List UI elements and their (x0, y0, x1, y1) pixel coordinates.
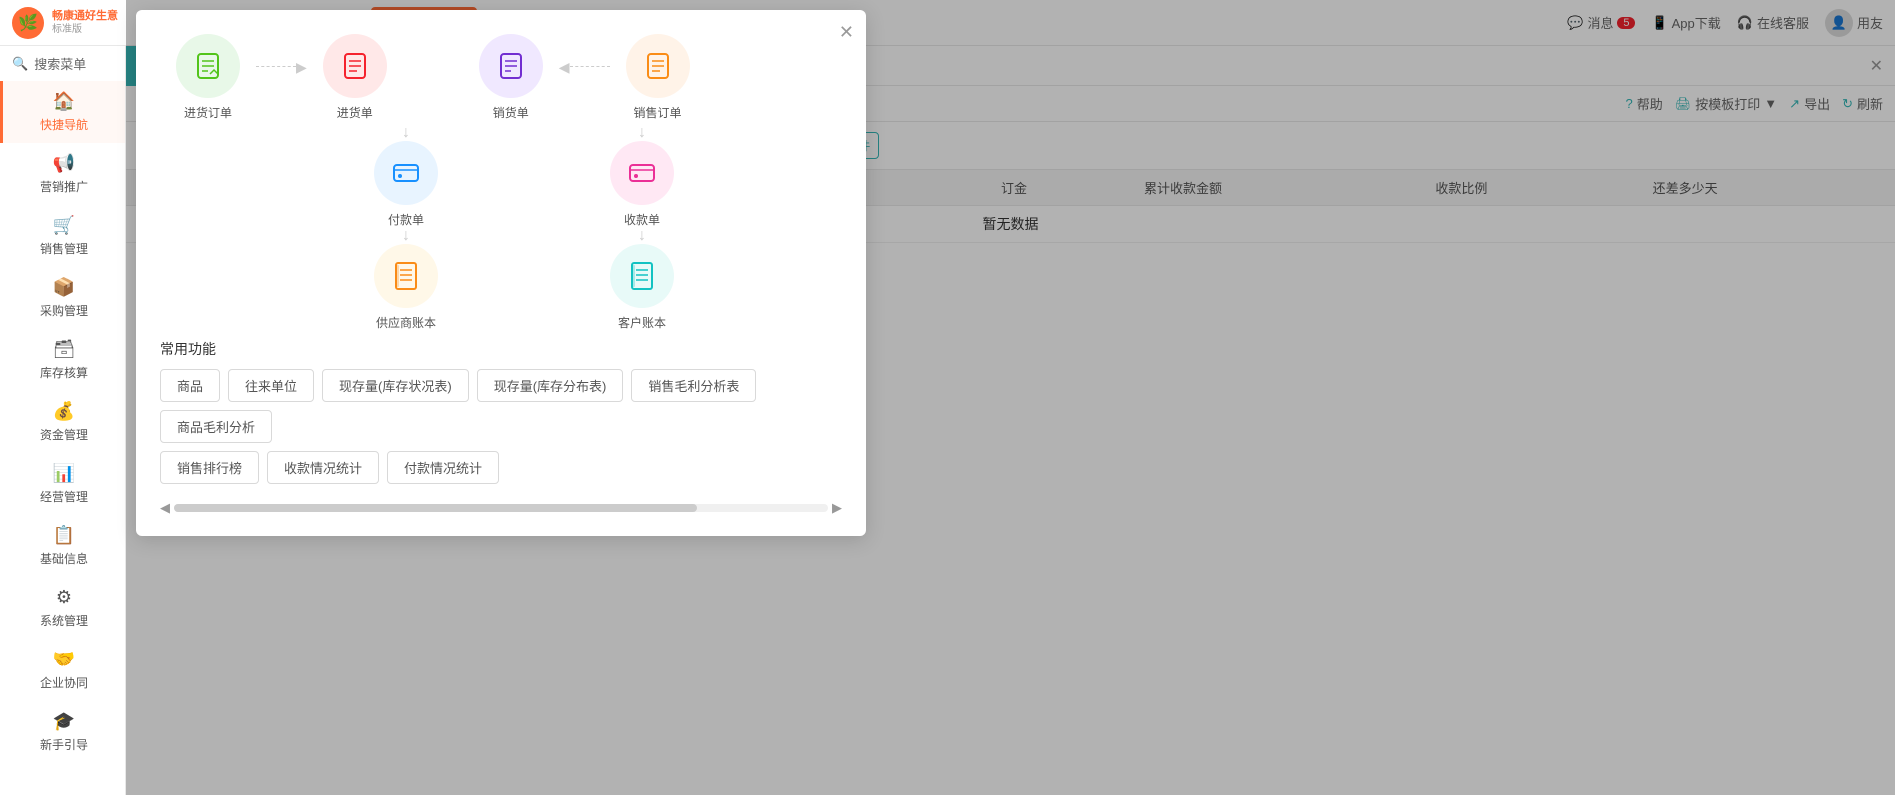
home-icon: 🏠 (53, 91, 75, 112)
flow-node-purchase-bill[interactable]: 进货单 (323, 46, 387, 121)
common-section: 常用功能 商品 往来单位 现存量(库存状况表) 现存量(库存分布表) 销售毛利分… (160, 339, 842, 484)
sales-order-icon (626, 46, 690, 98)
sidebar-item-purchase[interactable]: 📦 采购管理 (0, 267, 125, 329)
receipt-bill-icon (610, 141, 674, 205)
scroll-track[interactable] (174, 504, 828, 512)
logo-icon: 🌿 (12, 7, 44, 39)
flow-node-supplier-ledger[interactable]: 供应商账本 (374, 244, 438, 331)
func-btn-payment-stats[interactable]: 付款情况统计 (387, 451, 499, 484)
scroll-left-btn[interactable]: ◀ (160, 500, 170, 516)
sidebar-item-system[interactable]: ⚙ 系统管理 (0, 577, 125, 639)
supplier-ledger-icon (374, 244, 438, 308)
sidebar-item-guide[interactable]: 🎓 新手引导 (0, 701, 125, 763)
modal-overlay: ✕ 进货订单 (126, 46, 1895, 795)
sidebar: 🔍 搜索菜单 🏠 快捷导航 📢 营销推广 🛒 销售管理 📦 采购管理 🗃 (0, 46, 126, 795)
content-area: 首页 销售订单执行表 ✕ ✕ ? 帮助 🖨 按模板打印 (126, 46, 1895, 795)
payment-bill-label: 付款单 (388, 211, 424, 228)
scroll-bar-area: ◀ ▶ (160, 496, 842, 520)
sidebar-item-operation[interactable]: 📊 经营管理 (0, 453, 125, 515)
sales-bill-icon (479, 46, 543, 98)
sales-order-label: 销售订单 (634, 104, 682, 121)
scroll-thumb (174, 504, 697, 512)
guide-icon: 🎓 (53, 711, 75, 732)
flow-top-row: 进货订单 ▶ 进货单 (160, 46, 842, 121)
func-btn-receipt-stats[interactable]: 收款情况统计 (267, 451, 379, 484)
sidebar-item-finance[interactable]: 💰 资金管理 (0, 391, 125, 453)
sales-bill-label: 销货单 (493, 104, 529, 121)
arrow-1 (256, 66, 296, 67)
purchase-icon: 📦 (53, 277, 75, 298)
func-btn-sales-rank[interactable]: 销售排行榜 (160, 451, 259, 484)
receipt-bill-label: 收款单 (624, 211, 660, 228)
customer-ledger-label: 客户账本 (618, 314, 666, 331)
purchase-order-label: 进货订单 (184, 104, 232, 121)
common-btn-row-1: 商品 往来单位 现存量(库存状况表) 现存量(库存分布表) 销售毛利分析表 商品… (160, 369, 842, 443)
flow-node-customer-ledger[interactable]: 客户账本 (610, 244, 674, 331)
supplier-ledger-label: 供应商账本 (376, 314, 436, 331)
common-btn-row-2: 销售排行榜 收款情况统计 付款情况统计 (160, 451, 842, 484)
sidebar-item-inventory[interactable]: 🗃 库存核算 (0, 329, 125, 391)
func-btn-contacts[interactable]: 往来单位 (228, 369, 314, 402)
arrow-2 (570, 66, 610, 67)
search-icon: 🔍 (12, 56, 28, 72)
system-icon: ⚙ (56, 587, 72, 608)
sidebar-item-sales[interactable]: 🛒 销售管理 (0, 205, 125, 267)
down-arrow-1: ↓ (402, 125, 410, 141)
flow-diagram: 进货订单 ▶ 进货单 (160, 46, 842, 331)
func-btn-goods[interactable]: 商品 (160, 369, 220, 402)
purchase-bill-icon (323, 46, 387, 98)
scroll-right-btn[interactable]: ▶ (832, 500, 842, 516)
inventory-icon: 🗃 (53, 339, 76, 360)
logo-area: 🌿 畅康通好生意 标准版 (12, 7, 138, 39)
sidebar-item-enterprise[interactable]: 🤝 企业协同 (0, 639, 125, 701)
func-btn-sales-profit[interactable]: 销售毛利分析表 (631, 369, 756, 402)
marketing-icon: 📢 (53, 153, 75, 174)
sidebar-item-marketing[interactable]: 📢 营销推广 (0, 143, 125, 205)
arrow-2-head: ◀ (559, 59, 570, 76)
common-title: 常用功能 (160, 339, 842, 359)
quick-nav-modal: ✕ 进货订单 (136, 46, 866, 536)
flow-node-sales-order[interactable]: 销售订单 (626, 46, 690, 121)
flow-middle-row: ↓ 付款单 ↓ (160, 125, 842, 331)
search-menu[interactable]: 🔍 搜索菜单 (0, 46, 125, 81)
func-btn-goods-profit[interactable]: 商品毛利分析 (160, 410, 272, 443)
arrow-1-head: ▶ (296, 59, 307, 76)
flow-node-payment-bill[interactable]: 付款单 (374, 141, 438, 228)
payment-bill-icon (374, 141, 438, 205)
flow-node-receipt-bill[interactable]: 收款单 (610, 141, 674, 228)
finance-icon: 💰 (53, 401, 75, 422)
sidebar-item-quick-nav[interactable]: 🏠 快捷导航 (0, 81, 125, 143)
purchase-bill-label: 进货单 (337, 104, 373, 121)
func-btn-inventory-dist[interactable]: 现存量(库存分布表) (477, 369, 624, 402)
sidebar-item-basic[interactable]: 📋 基础信息 (0, 515, 125, 577)
logo-text: 畅康通好生意 标准版 (52, 9, 118, 36)
flow-node-sales-bill[interactable]: 销货单 (479, 46, 543, 121)
main-area: 🔍 搜索菜单 🏠 快捷导航 📢 营销推广 🛒 销售管理 📦 采购管理 🗃 (0, 46, 1895, 795)
enterprise-icon: 🤝 (53, 649, 75, 670)
basic-icon: 📋 (53, 525, 75, 546)
down-arrow-2: ↓ (638, 125, 646, 141)
down-arrow-3: ↓ (402, 228, 410, 244)
customer-ledger-icon (610, 244, 674, 308)
func-btn-inventory-status[interactable]: 现存量(库存状况表) (322, 369, 469, 402)
operation-icon: 📊 (53, 463, 75, 484)
purchase-order-icon (176, 46, 240, 98)
sales-icon: 🛒 (53, 215, 75, 236)
flow-node-purchase-order[interactable]: 进货订单 (176, 46, 240, 121)
down-arrow-4: ↓ (638, 228, 646, 244)
